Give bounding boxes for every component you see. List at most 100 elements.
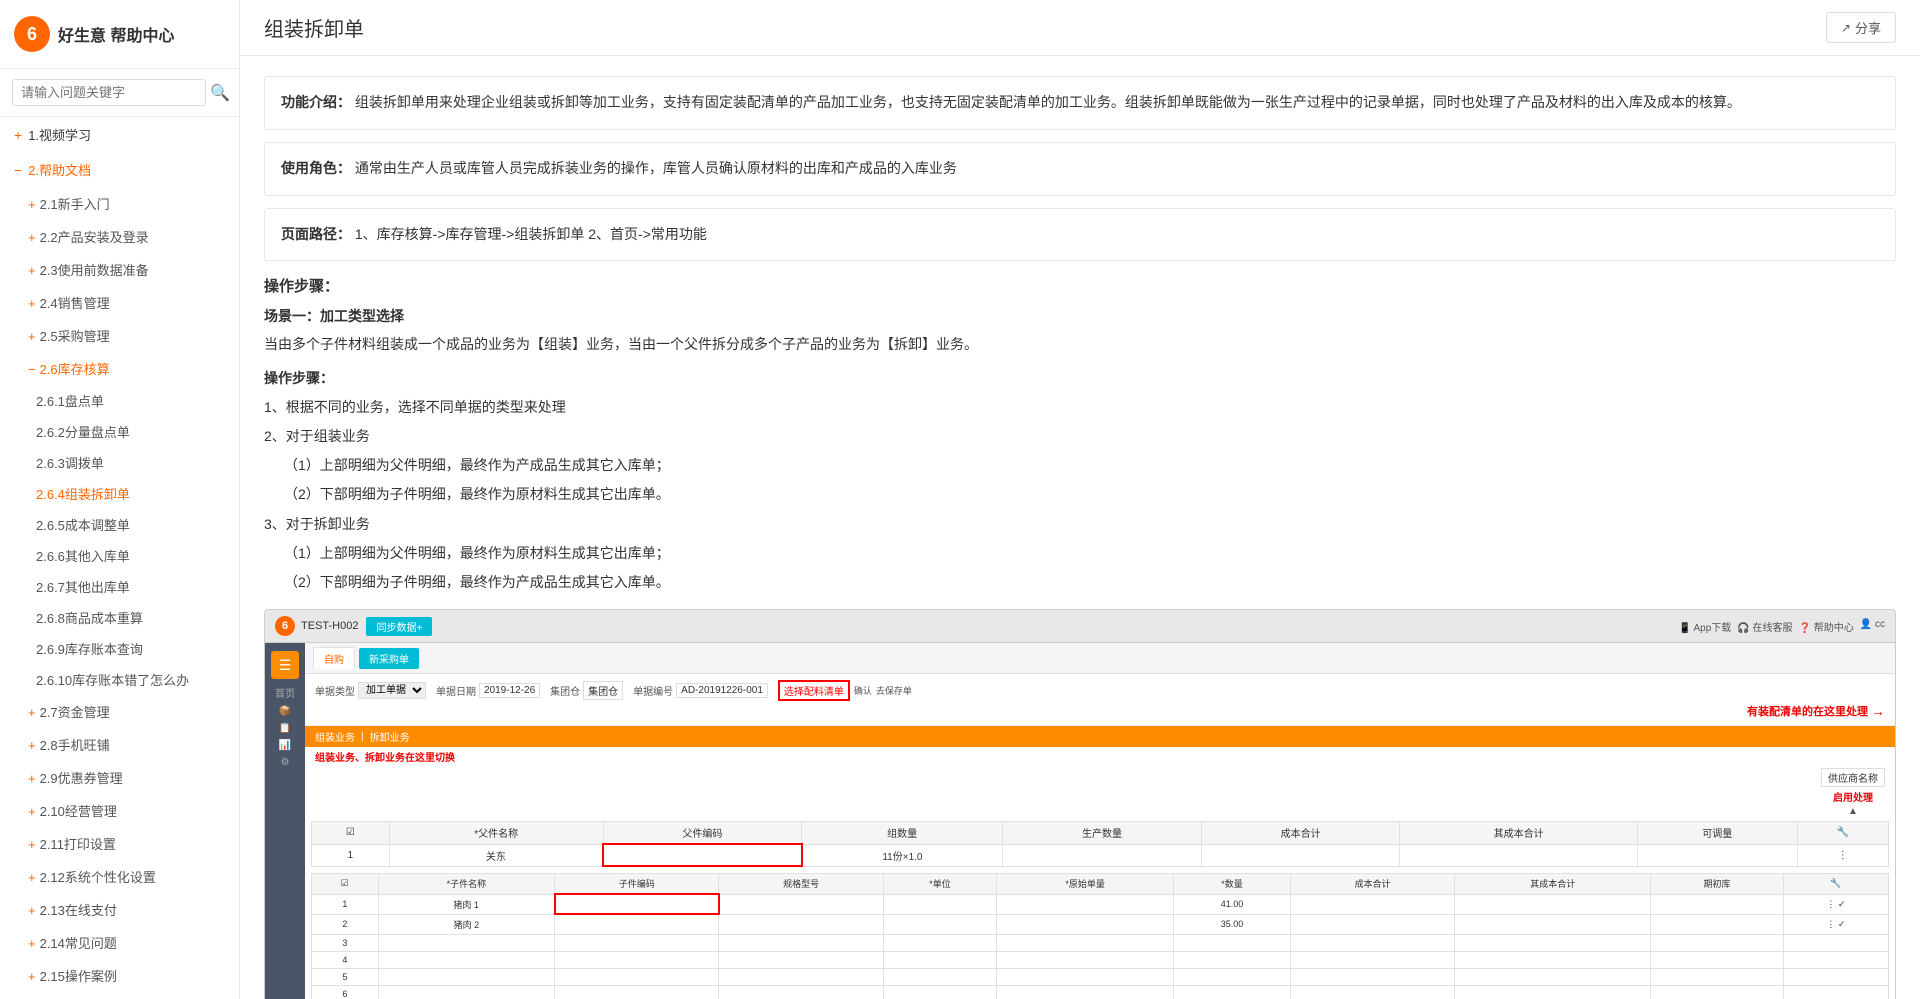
step2-2: （2）下部明细为子件明细，最终作为原材料生成其它出库单。 — [284, 482, 1896, 507]
mock-order-date: 2019-12-26 — [479, 683, 540, 698]
sidebar-item-payment[interactable]: +2.13在线支付 — [0, 893, 239, 926]
sidebar-item-2.6.8[interactable]: 2.6.8商品成本重算 — [0, 602, 239, 633]
sidebar-item-cases[interactable]: +2.15操作案例 — [0, 959, 239, 992]
mock-lower-row-3: 3 — [312, 934, 1889, 951]
sidebar-item-install[interactable]: +2.2产品安装及登录 — [0, 220, 239, 253]
search-input[interactable] — [12, 79, 206, 106]
step2: 2、对于组装业务 — [264, 424, 1896, 449]
search-area: 🔍 — [0, 69, 239, 117]
mock-left-icons: ☰ 首页 📦 📋 📊 ⚙ — [265, 643, 305, 999]
share-icon: ↗ — [1841, 21, 1851, 35]
sidebar-item-2.6.5[interactable]: 2.6.5成本调整单 — [0, 509, 239, 540]
sidebar-item-2.6.2[interactable]: 2.6.2分量盘点单 — [0, 416, 239, 447]
logo-text: 好生意 帮助中心 — [58, 22, 174, 46]
content-area: 功能介绍： 组装拆卸单用来处理企业组装或拆卸等加工业务，支持有固定装配清单的产品… — [240, 56, 1920, 999]
mock-lower-row-6: 6 — [312, 985, 1889, 999]
sidebar-item-finance[interactable]: +2.7资金管理 — [0, 695, 239, 728]
logo-icon: 6 — [14, 16, 50, 52]
mock-company: TEST-H002 — [301, 620, 358, 632]
sidebar-item-2.6.1[interactable]: 2.6.1盘点单 — [0, 385, 239, 416]
sidebar-item-print[interactable]: +2.11打印设置 — [0, 827, 239, 860]
page-title: 组装拆卸单 — [264, 13, 364, 42]
role-block: 使用角色： 通常由生产人员或库管人员完成拆装业务的操作，库管人员确认原材料的出库… — [264, 142, 1896, 196]
nav-group-video: + 1.视频学习 — [0, 117, 239, 152]
mock-lower-row-2: 2 猪肉 2 35.00 — [312, 914, 1889, 934]
mock-lower-table-area: ☑ *子件名称 子件编码 规格型号 *单位 *原始单量 *数量 成本合计 其成本… — [305, 867, 1895, 999]
top-bar: 组装拆卸单 ↗ 分享 — [240, 0, 1920, 56]
minus-icon: − — [14, 162, 22, 178]
sidebar-item-predata[interactable]: +2.3使用前数据准备 — [0, 253, 239, 286]
mock-lower-row-1: 1 猪肉 1 41.00 — [312, 894, 1889, 914]
nav-menu: + 1.视频学习 − 2.帮助文档 +2.1新手入门 +2.2产品安装及登录 +… — [0, 117, 239, 992]
sidebar-item-2.6.9[interactable]: 2.6.9库存账本查询 — [0, 633, 239, 664]
mock-form-area: 单据类型 加工单据 单据日期 2019-12-26 集团仓 — [305, 674, 1895, 726]
ops-section: 操作步骤： 场景一：加工类型选择 当由多个子件材料组装成一个成品的业务为【组装】… — [264, 275, 1896, 595]
mock-tab-active[interactable]: 自购 — [313, 647, 355, 669]
sidebar-item-sales[interactable]: +2.4销售管理 — [0, 286, 239, 319]
step2-1: （1）上部明细为父件明细，最终作为产成品生成其它入库单； — [284, 453, 1896, 478]
sidebar-item-personalize[interactable]: +2.12系统个性化设置 — [0, 860, 239, 893]
screenshot-mockup: 6 TEST-H002 同步数据+ 📱 App下载 🎧 在线客服 ❓ 帮助中心 … — [264, 609, 1896, 999]
main-area: 组装拆卸单 ↗ 分享 功能介绍： 组装拆卸单用来处理企业组装或拆卸等加工业务，支… — [240, 0, 1920, 999]
mock-upper-table-area: ☑ *父件名称 父件编码 组数量 生产数量 成本合计 其成本合计 可调量 🔧 — [305, 821, 1895, 867]
sidebar-item-inventory[interactable]: −2.6库存核算 — [0, 352, 239, 385]
sidebar-item-2.6.7[interactable]: 2.6.7其他出库单 — [0, 571, 239, 602]
mock-assembly-btn[interactable]: 选择配料清单 — [778, 680, 850, 701]
mock-upper-table: ☑ *父件名称 父件编码 组数量 生产数量 成本合计 其成本合计 可调量 🔧 — [311, 821, 1889, 867]
scene1-desc: 当由多个子件材料组装成一个成品的业务为【组装】业务，当由一个父件拆分成多个子产品… — [264, 332, 1896, 357]
mock-annotation2-row: 组装业务、拆卸业务在这里切换 — [305, 747, 1895, 766]
sidebar-item-video[interactable]: + 1.视频学习 — [0, 117, 239, 152]
plus-icon: + — [14, 127, 22, 143]
annotation2-text: 组装业务、拆卸业务在这里切换 — [315, 749, 455, 764]
sidebar-item-docs[interactable]: − 2.帮助文档 — [0, 152, 239, 187]
sidebar-item-newcomer[interactable]: +2.1新手入门 — [0, 187, 239, 220]
sidebar-item-mobile[interactable]: +2.8手机旺铺 — [0, 728, 239, 761]
path-text: 1、库存核算->库存管理->组装拆卸单 2、首页->常用功能 — [355, 226, 707, 242]
sidebar-item-2.6.4[interactable]: 2.6.4组装拆卸单 — [0, 478, 239, 509]
path-label: 页面路径： — [281, 226, 351, 242]
scene1-title: 场景一：加工类型选择 — [264, 306, 1896, 326]
nav-sub-items-docs: +2.1新手入门 +2.2产品安装及登录 +2.3使用前数据准备 +2.4销售管… — [0, 187, 239, 992]
mock-supply-field[interactable]: 供应商名称 — [1821, 768, 1885, 787]
role-label: 使用角色： — [281, 160, 351, 176]
sidebar-item-coupon[interactable]: +2.9优惠券管理 — [0, 761, 239, 794]
step3: 3、对于拆卸业务 — [264, 512, 1896, 537]
mock-tab-bar: 自购 新采购单 — [305, 643, 1895, 674]
feature-intro-text: 组装拆卸单用来处理企业组装或拆卸等加工业务，支持有固定装配清单的产品加工业务，也… — [355, 94, 1741, 110]
mock-lower-row-5: 5 — [312, 968, 1889, 985]
sidebar-item-2.6.3[interactable]: 2.6.3调拨单 — [0, 447, 239, 478]
feature-intro-block: 功能介绍： 组装拆卸单用来处理企业组装或拆卸等加工业务，支持有固定装配清单的产品… — [264, 76, 1896, 130]
mock-lower-row-4: 4 — [312, 951, 1889, 968]
feature-intro-label: 功能介绍： — [281, 94, 351, 110]
path-block: 页面路径： 1、库存核算->库存管理->组装拆卸单 2、首页->常用功能 — [264, 208, 1896, 262]
ops-title: 操作步骤： — [264, 275, 1896, 296]
annotation1-text: 有装配清单的在这里处理 — [1747, 703, 1868, 719]
mock-logo: 6 — [275, 616, 295, 636]
mock-switcher-label: 组装业务 — [315, 729, 355, 744]
logo-area: 6 好生意 帮助中心 — [0, 0, 239, 69]
search-button[interactable]: 🔍 — [206, 81, 234, 105]
nav-sub-items-inventory: 2.6.1盘点单 2.6.2分量盘点单 2.6.3调拨单 2.6.4组装拆卸单 … — [0, 385, 239, 695]
mock-order-no: AD-20191226-001 — [676, 683, 768, 698]
mock-switcher-bar: 组装业务 | 拆卸业务 — [305, 726, 1895, 747]
step1: 1、根据不同的业务，选择不同单据的类型来处理 — [264, 395, 1896, 420]
sidebar-item-2.6.6[interactable]: 2.6.6其他入库单 — [0, 540, 239, 571]
mock-annotation3-row: 供应商名称 启用处理 ▲ — [305, 766, 1895, 821]
sidebar-item-faq[interactable]: +2.14常见问题 — [0, 926, 239, 959]
nav-group-docs: − 2.帮助文档 +2.1新手入门 +2.2产品安装及登录 +2.3使用前数据准… — [0, 152, 239, 992]
mock-order-type[interactable]: 加工单据 — [358, 682, 426, 699]
role-text: 通常由生产人员或库管人员完成拆装业务的操作，库管人员确认原材料的出库和产成品的入… — [355, 160, 957, 176]
annotation3-text: 启用处理 — [1833, 789, 1873, 804]
mock-lower-table: ☑ *子件名称 子件编码 规格型号 *单位 *原始单量 *数量 成本合计 其成本… — [311, 873, 1889, 999]
mock-warehouse: 集团仓 — [583, 681, 623, 700]
sidebar-item-purchase[interactable]: +2.5采购管理 — [0, 319, 239, 352]
mock-right-icons: 📱 App下载 🎧 在线客服 ❓ 帮助中心 👤 cc — [1679, 619, 1885, 634]
step3-1: （1）上部明细为父件明细，最终作为原材料生成其它出库单； — [284, 541, 1896, 566]
step3-2: （2）下部明细为子件明细，最终作为产成品生成其它入库单。 — [284, 570, 1896, 595]
sidebar-item-mgmt[interactable]: +2.10经营管理 — [0, 794, 239, 827]
mock-tab-new[interactable]: 新采购单 — [359, 648, 419, 669]
sidebar: 6 好生意 帮助中心 🔍 + 1.视频学习 − 2.帮助文档 +2.1新手入门 — [0, 0, 240, 999]
share-button[interactable]: ↗ 分享 — [1826, 12, 1896, 43]
mock-btn-orange[interactable]: 同步数据+ — [366, 617, 432, 636]
sidebar-item-2.6.10[interactable]: 2.6.10库存账本错了怎么办 — [0, 664, 239, 695]
